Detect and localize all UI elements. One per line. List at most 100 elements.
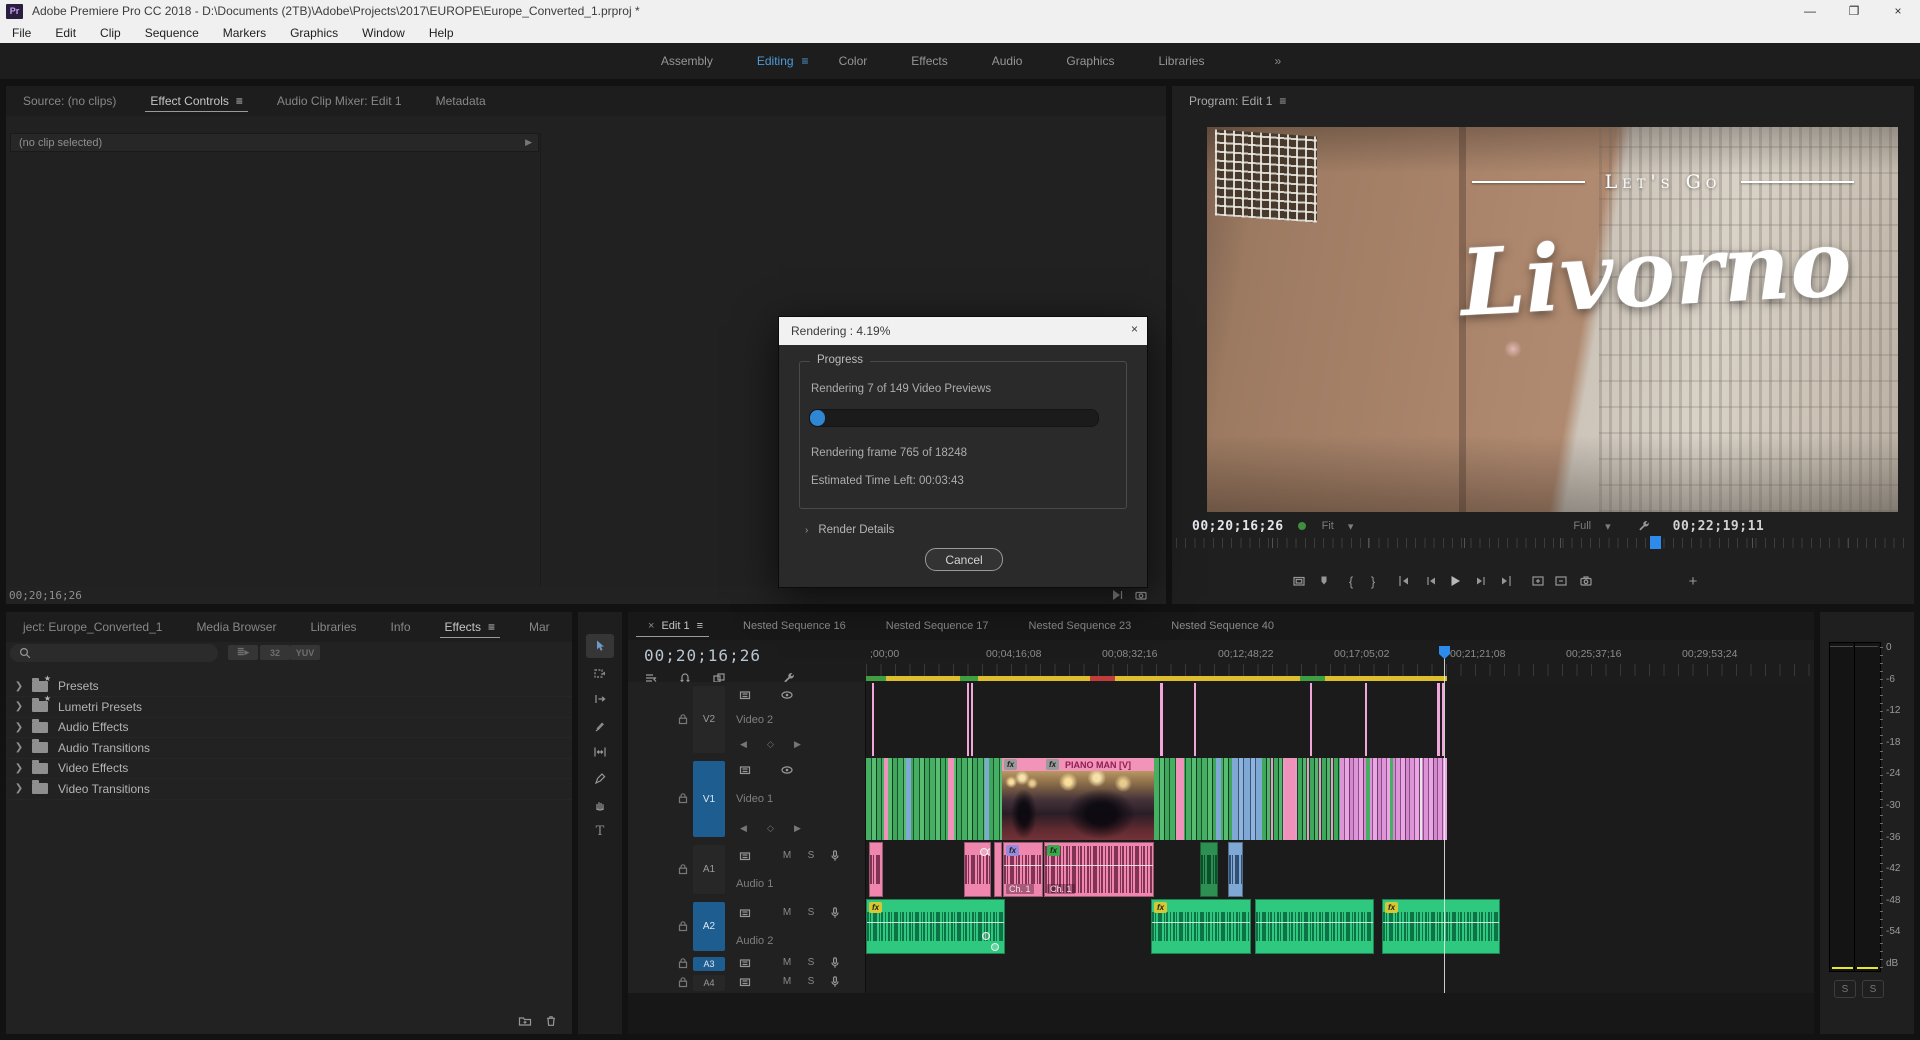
chevron-right-icon[interactable]: ❯ (6, 722, 32, 733)
workspace-tab-graphics[interactable]: Graphics (1044, 54, 1136, 68)
render-details-toggle[interactable]: › Render Details (805, 524, 894, 536)
chevron-right-icon[interactable]: ❯ (6, 681, 32, 692)
clip-v1-accent[interactable] (948, 758, 954, 840)
tab-audio-clip-mixer-edit-1[interactable]: Audio Clip Mixer: Edit 1 (260, 86, 419, 116)
clip-v1-accent[interactable] (1176, 758, 1184, 840)
tab-info[interactable]: Info (374, 612, 428, 642)
step-forward-button[interactable] (1470, 570, 1492, 592)
tab-program[interactable]: Program: Edit 1 ≡ (1172, 86, 1303, 116)
clip-run-v1[interactable] (1262, 758, 1340, 840)
workspace-tab-libraries[interactable]: Libraries (1136, 54, 1226, 68)
keyframe-nav-icon[interactable]: ◇ (767, 739, 774, 750)
panel-menu-icon[interactable]: ≡ (697, 612, 703, 640)
clip-run-v1[interactable] (1232, 758, 1262, 840)
solo-button[interactable]: S (804, 907, 818, 918)
cancel-button[interactable]: Cancel (925, 548, 1003, 571)
mic-icon[interactable] (828, 956, 842, 970)
program-current-timecode[interactable]: 00;20;16;26 (1192, 519, 1284, 534)
new-bin-icon[interactable] (518, 1014, 532, 1028)
sequence-tab-nested-sequence-16[interactable]: Nested Sequence 16 (723, 612, 866, 640)
clip-a1[interactable]: fx Ch. 1 (1044, 842, 1154, 897)
clip-a1[interactable] (1200, 842, 1218, 897)
mute-button[interactable]: M (780, 976, 794, 987)
pen-tool[interactable] (586, 767, 614, 791)
gain-line[interactable] (1045, 865, 1153, 867)
workspace-tab-color[interactable]: Color (817, 54, 890, 68)
menu-sequence[interactable]: Sequence (133, 26, 211, 40)
tab-effect-controls[interactable]: Effect Controls ≡ (133, 86, 260, 116)
close-icon[interactable]: × (648, 612, 654, 640)
clip-v2[interactable] (1160, 683, 1163, 756)
clock-play-icon[interactable] (1110, 588, 1124, 602)
zoom-level-dropdown[interactable]: Fit ▾ (1322, 520, 1354, 533)
clip-v1-accent[interactable] (1390, 758, 1393, 840)
menu-clip[interactable]: Clip (88, 26, 133, 40)
solo-button[interactable]: S (804, 957, 818, 968)
slip-tool[interactable] (586, 740, 614, 764)
clip-v1-accent[interactable] (906, 758, 911, 840)
track-target-v2[interactable]: V2 (693, 686, 725, 753)
clip-v1-accent[interactable] (1420, 758, 1422, 840)
keyframe-dot[interactable] (987, 848, 990, 856)
expand-icon[interactable]: ▶ (525, 137, 532, 148)
track-lane-v2[interactable] (866, 682, 1814, 757)
patch-icon[interactable] (738, 906, 752, 920)
track-select-forward-tool[interactable] (586, 661, 614, 685)
settings-wrench-icon[interactable] (1637, 519, 1651, 533)
patch-icon[interactable] (738, 956, 752, 970)
list-item-video-effects[interactable]: ❯ Video Effects (6, 758, 572, 779)
clip-a2[interactable]: fx (1382, 899, 1500, 954)
tab-metadata[interactable]: Metadata (419, 86, 503, 116)
search-input[interactable] (38, 646, 212, 660)
mark-out-button[interactable]: } (1362, 570, 1384, 592)
timeline-timecode[interactable]: 00;20;16;26 (644, 646, 761, 665)
tab-ject-europe-converted-1[interactable]: ject: Europe_Converted_1 (6, 612, 179, 642)
solo-left-button[interactable]: S (1834, 980, 1856, 998)
sequence-tab-nested-sequence-23[interactable]: Nested Sequence 23 (1009, 612, 1152, 640)
workspace-tab-audio[interactable]: Audio (970, 54, 1045, 68)
chevron-right-icon[interactable]: ❯ (6, 742, 32, 753)
list-item-presets[interactable]: ❯ Presets (6, 674, 572, 697)
selection-tool[interactable] (586, 634, 614, 658)
clip-v2[interactable] (1310, 683, 1312, 756)
keyframe-nav-icon[interactable]: ▶ (794, 739, 801, 750)
export-frame-button[interactable] (1575, 570, 1597, 592)
list-item-audio-effects[interactable]: ❯ Audio Effects (6, 717, 572, 738)
clip-v2[interactable] (1437, 683, 1440, 756)
mic-icon[interactable] (828, 906, 842, 920)
menu-help[interactable]: Help (417, 26, 466, 40)
mark-in-button[interactable]: { (1340, 570, 1362, 592)
solo-right-button[interactable]: S (1862, 980, 1884, 998)
clip-video-thumbnail[interactable]: fx (1002, 758, 1044, 840)
tab-media-browser[interactable]: Media Browser (179, 612, 293, 642)
maximize-button[interactable]: ❐ (1832, 0, 1876, 22)
mic-icon[interactable] (828, 849, 842, 863)
workspace-tab-assembly[interactable]: Assembly (639, 54, 735, 68)
clip-a1[interactable] (869, 842, 883, 897)
keyframe-nav-icon[interactable]: ◇ (767, 823, 774, 834)
clip-v2[interactable] (971, 683, 973, 756)
close-icon[interactable]: × (1131, 322, 1138, 336)
camera-small-icon[interactable] (1134, 588, 1148, 602)
workspace-menu-icon[interactable]: ≡ (802, 54, 809, 68)
razor-tool[interactable] (586, 714, 614, 738)
mute-button[interactable]: M (780, 907, 794, 918)
lock-icon[interactable] (676, 919, 690, 933)
mic-icon[interactable] (828, 975, 842, 989)
clip-a2[interactable]: fx (866, 899, 1005, 954)
step-back-button[interactable] (1420, 570, 1442, 592)
clip-v1-accent[interactable] (985, 758, 989, 840)
clip-a2[interactable] (1255, 899, 1374, 954)
solo-button[interactable]: S (804, 976, 818, 987)
ripple-edit-tool[interactable] (586, 687, 614, 711)
add-controls-button[interactable]: + (1682, 570, 1704, 592)
type-tool[interactable]: T (586, 820, 614, 844)
tab-mar[interactable]: Mar (512, 612, 567, 642)
sequence-tab-edit-1[interactable]: × Edit 1 ≡ (628, 612, 723, 640)
new-bin-icon[interactable] (518, 1014, 532, 1028)
lock-icon[interactable] (676, 712, 690, 726)
program-seek-bar[interactable] (1176, 536, 1910, 549)
gain-line[interactable] (1256, 922, 1373, 924)
clip-a2[interactable]: fx (1151, 899, 1251, 954)
timeline-ruler[interactable] (866, 664, 1814, 676)
